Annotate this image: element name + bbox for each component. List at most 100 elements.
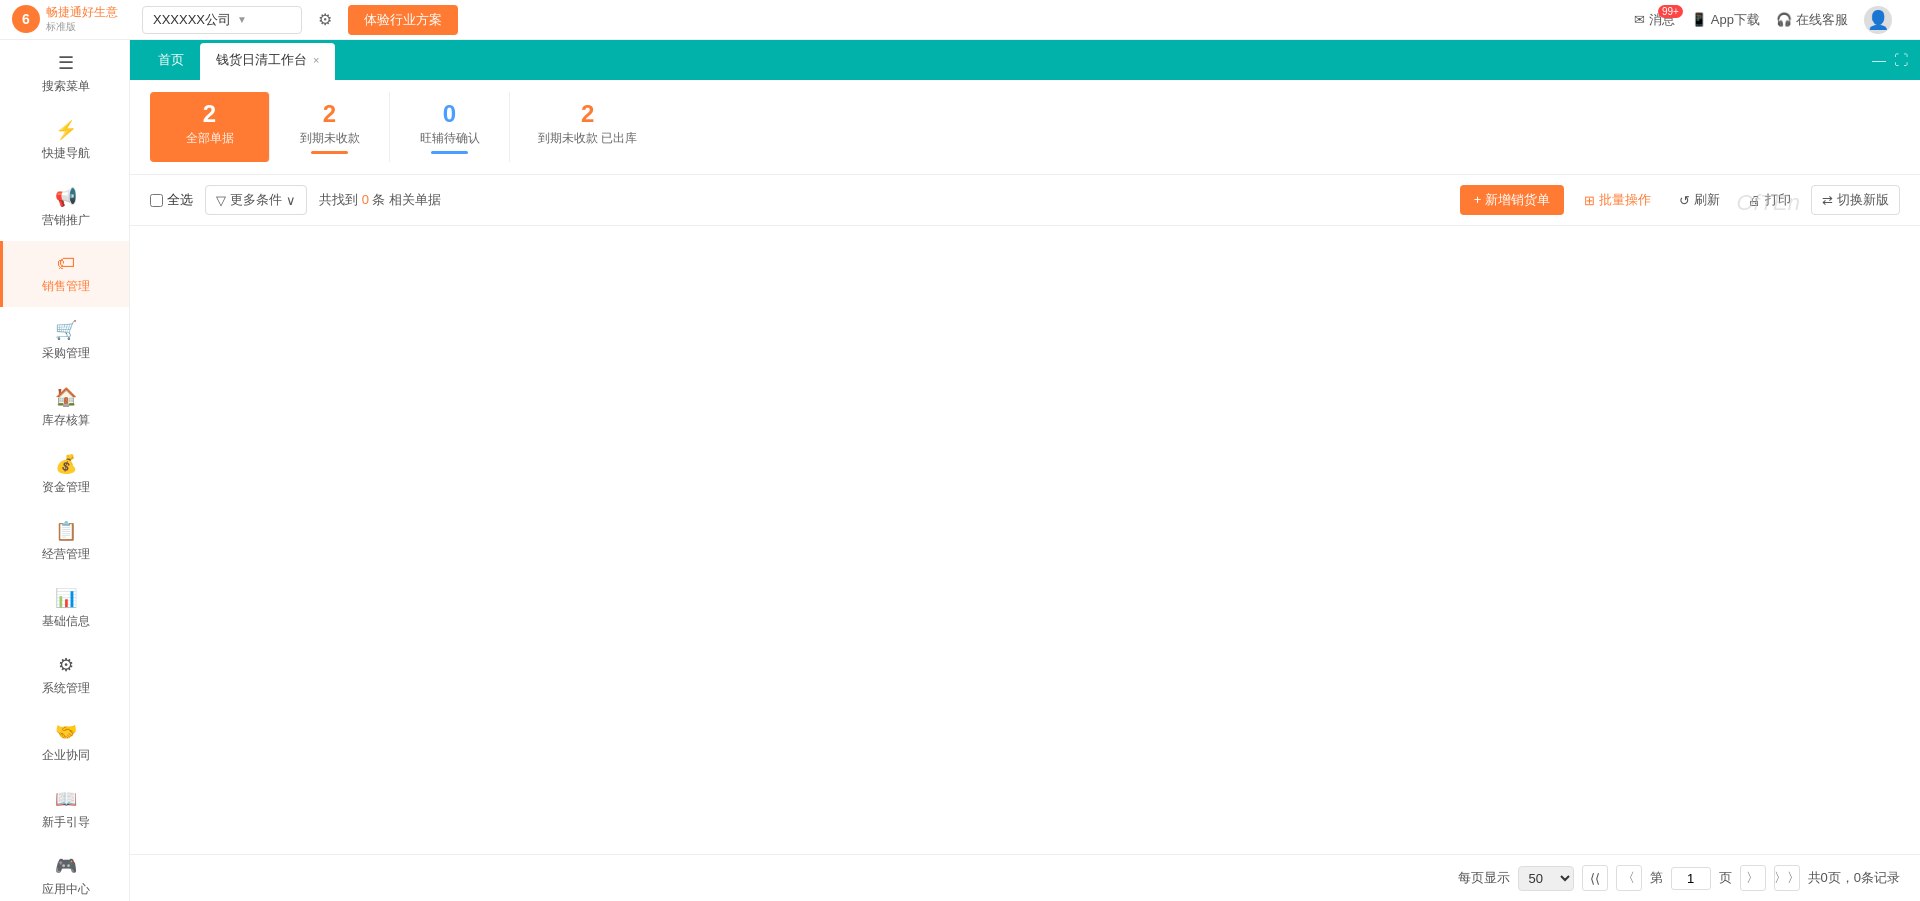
sidebar-icon-system: ⚙ (58, 654, 74, 676)
company-selector[interactable]: XXXXXX公司 ▼ (142, 6, 302, 34)
toolbar: 全选 ▽ 更多条件 ∨ 共找到 0 条 相关单据 + 新增销货单 ⊞ 批量操作 (130, 175, 1920, 226)
settings-icon[interactable]: ⚙ (310, 5, 340, 35)
logo-title: 畅捷通好生意 (46, 5, 118, 19)
first-page-button[interactable]: ⟨⟨ (1582, 865, 1608, 891)
last-page-button[interactable]: 〉〉 (1774, 865, 1800, 891)
online-service-button[interactable]: 🎧 在线客服 (1776, 11, 1848, 29)
summary-card-3[interactable]: 2 到期未收款 已出库 (510, 92, 665, 162)
tab-bar: 首页 钱货日清工作台 × — ⛶ (130, 40, 1920, 80)
next-page-button[interactable]: 〉 (1740, 865, 1766, 891)
page-suffix: 页 (1719, 869, 1732, 887)
sidebar-item-finance[interactable]: 💰 资金管理 (0, 441, 129, 508)
company-name: XXXXXX公司 (153, 11, 231, 29)
page-label: 第 (1650, 869, 1663, 887)
sidebar-icon-quick-nav: ⚡ (55, 119, 77, 141)
select-all-checkbox[interactable]: 全选 (150, 191, 193, 209)
summary-number-3: 2 (538, 100, 637, 128)
summary-number-1: 2 (298, 100, 361, 128)
summary-number-2: 0 (418, 100, 481, 128)
checkbox-input[interactable] (150, 194, 163, 207)
sidebar-item-system[interactable]: ⚙ 系统管理 (0, 642, 129, 709)
sidebar-icon-operations: 📋 (55, 520, 77, 542)
sidebar-item-guide[interactable]: 📖 新手引导 (0, 776, 129, 843)
toolbar-right: + 新增销货单 ⊞ 批量操作 ↺ 刷新 🖨 打印 ⇄ (1460, 185, 1900, 215)
summary-bar: 2 全部单据 2 到期未收款 0 旺辅待确认 2 到期未收款 已出库 (130, 80, 1920, 175)
sidebar-item-search[interactable]: ☰ 搜索菜单 (0, 40, 129, 107)
filter-chevron-icon: ∨ (286, 193, 296, 208)
sidebar-label-inventory: 库存核算 (42, 412, 90, 429)
page-content: 2 全部单据 2 到期未收款 0 旺辅待确认 2 到期未收款 已出库 全选 ▽ … (130, 80, 1920, 901)
found-text: 共找到 0 条 相关单据 (319, 191, 441, 209)
tab-home[interactable]: 首页 (142, 43, 200, 77)
sidebar-item-inventory[interactable]: 🏠 库存核算 (0, 374, 129, 441)
sidebar-item-operations[interactable]: 📋 经营管理 (0, 508, 129, 575)
sidebar-icon-marketing: 📢 (55, 186, 77, 208)
logo: 6 畅捷通好生意 标准版 (12, 5, 142, 33)
page-number-input[interactable] (1671, 867, 1711, 890)
top-bar: 6 畅捷通好生意 标准版 XXXXXX公司 ▼ ⚙ 体验行业方案 ✉ 消息 99… (0, 0, 1920, 40)
sidebar-label-finance: 资金管理 (42, 479, 90, 496)
tab-close-icon[interactable]: × (313, 54, 319, 66)
sidebar-label-sales: 销售管理 (42, 278, 90, 295)
sidebar-item-cooperation[interactable]: 🤝 企业协同 (0, 709, 129, 776)
main-content: 首页 钱货日清工作台 × — ⛶ 2 全部单据 2 到期未收款 0 旺辅待确认 … (130, 40, 1920, 901)
filter-button[interactable]: ▽ 更多条件 ∨ (205, 185, 307, 215)
sidebar-label-purchase: 采购管理 (42, 345, 90, 362)
message-button[interactable]: ✉ 消息 99+ (1634, 11, 1675, 29)
sidebar-icon-base-info: 📊 (55, 587, 77, 609)
sidebar-item-sales[interactable]: 🏷 销售管理 (0, 241, 129, 307)
top-right-area: ✉ 消息 99+ 📱 App下载 🎧 在线客服 👤 (1634, 6, 1908, 34)
filter-icon: ▽ (216, 193, 226, 208)
summary-card-0[interactable]: 2 全部单据 (150, 92, 270, 162)
underline-bar-2 (431, 151, 469, 154)
trial-button[interactable]: 体验行业方案 (348, 5, 458, 35)
service-icon: 🎧 (1776, 12, 1792, 27)
tab-active[interactable]: 钱货日清工作台 × (200, 43, 335, 81)
summary-card-1[interactable]: 2 到期未收款 (270, 92, 390, 162)
switch-icon: ⇄ (1822, 193, 1833, 208)
sidebar-icon-cooperation: 🤝 (55, 721, 77, 743)
per-page-label: 每页显示 (1458, 869, 1510, 887)
sidebar-label-app-center: 应用中心 (42, 881, 90, 898)
refresh-button[interactable]: ↺ 刷新 (1671, 186, 1728, 214)
sidebar-item-purchase[interactable]: 🛒 采购管理 (0, 307, 129, 374)
sidebar-item-app-center[interactable]: 🎮 应用中心 (0, 843, 129, 901)
sidebar-item-base-info[interactable]: 📊 基础信息 (0, 575, 129, 642)
download-icon: 📱 (1691, 12, 1707, 27)
underline-bar-1 (311, 151, 349, 154)
tab-controls: — ⛶ (1872, 52, 1908, 68)
sidebar-label-marketing: 营销推广 (42, 212, 90, 229)
sidebar-item-quick-nav[interactable]: ⚡ 快捷导航 (0, 107, 129, 174)
per-page-select[interactable]: 50 20 100 (1518, 866, 1574, 891)
sidebar-label-guide: 新手引导 (42, 814, 90, 831)
total-label: 共0页，0条记录 (1808, 869, 1900, 887)
batch-operation-button[interactable]: ⊞ 批量操作 (1576, 186, 1659, 214)
app-download-button[interactable]: 📱 App下载 (1691, 11, 1760, 29)
sidebar-item-marketing[interactable]: 📢 营销推广 (0, 174, 129, 241)
select-all-label: 全选 (167, 191, 193, 209)
add-sale-order-button[interactable]: + 新增销货单 (1460, 185, 1564, 215)
print-button[interactable]: 🖨 打印 (1740, 186, 1799, 214)
sidebar-icon-guide: 📖 (55, 788, 77, 810)
sidebar-label-base-info: 基础信息 (42, 613, 90, 630)
switch-version-button[interactable]: ⇄ 切换新版 (1811, 185, 1900, 215)
pagination-bar: 每页显示 50 20 100 ⟨⟨ 〈 第 页 〉 〉〉 共0页，0条记录 (130, 854, 1920, 901)
logo-sub: 标准版 (46, 20, 118, 34)
summary-label-3: 到期未收款 已出库 (538, 130, 637, 147)
sidebar: ☰ 搜索菜单 ⚡ 快捷导航 📢 营销推广 🏷 销售管理 🛒 采购管理 🏠 库存核… (0, 40, 130, 901)
summary-label-1: 到期未收款 (298, 130, 361, 147)
summary-card-2[interactable]: 0 旺辅待确认 (390, 92, 510, 162)
sidebar-icon-search: ☰ (58, 52, 74, 74)
summary-label-2: 旺辅待确认 (418, 130, 481, 147)
prev-page-button[interactable]: 〈 (1616, 865, 1642, 891)
summary-number-0: 2 (178, 100, 241, 128)
avatar-icon: 👤 (1867, 9, 1889, 31)
message-icon: ✉ (1634, 12, 1645, 27)
tab-minimize-icon[interactable]: — (1872, 52, 1886, 68)
tab-expand-icon[interactable]: ⛶ (1894, 52, 1908, 68)
batch-icon: ⊞ (1584, 193, 1595, 208)
print-icon: 🖨 (1748, 193, 1761, 208)
found-count: 0 (362, 192, 369, 207)
avatar[interactable]: 👤 (1864, 6, 1892, 34)
chevron-down-icon: ▼ (237, 14, 247, 25)
